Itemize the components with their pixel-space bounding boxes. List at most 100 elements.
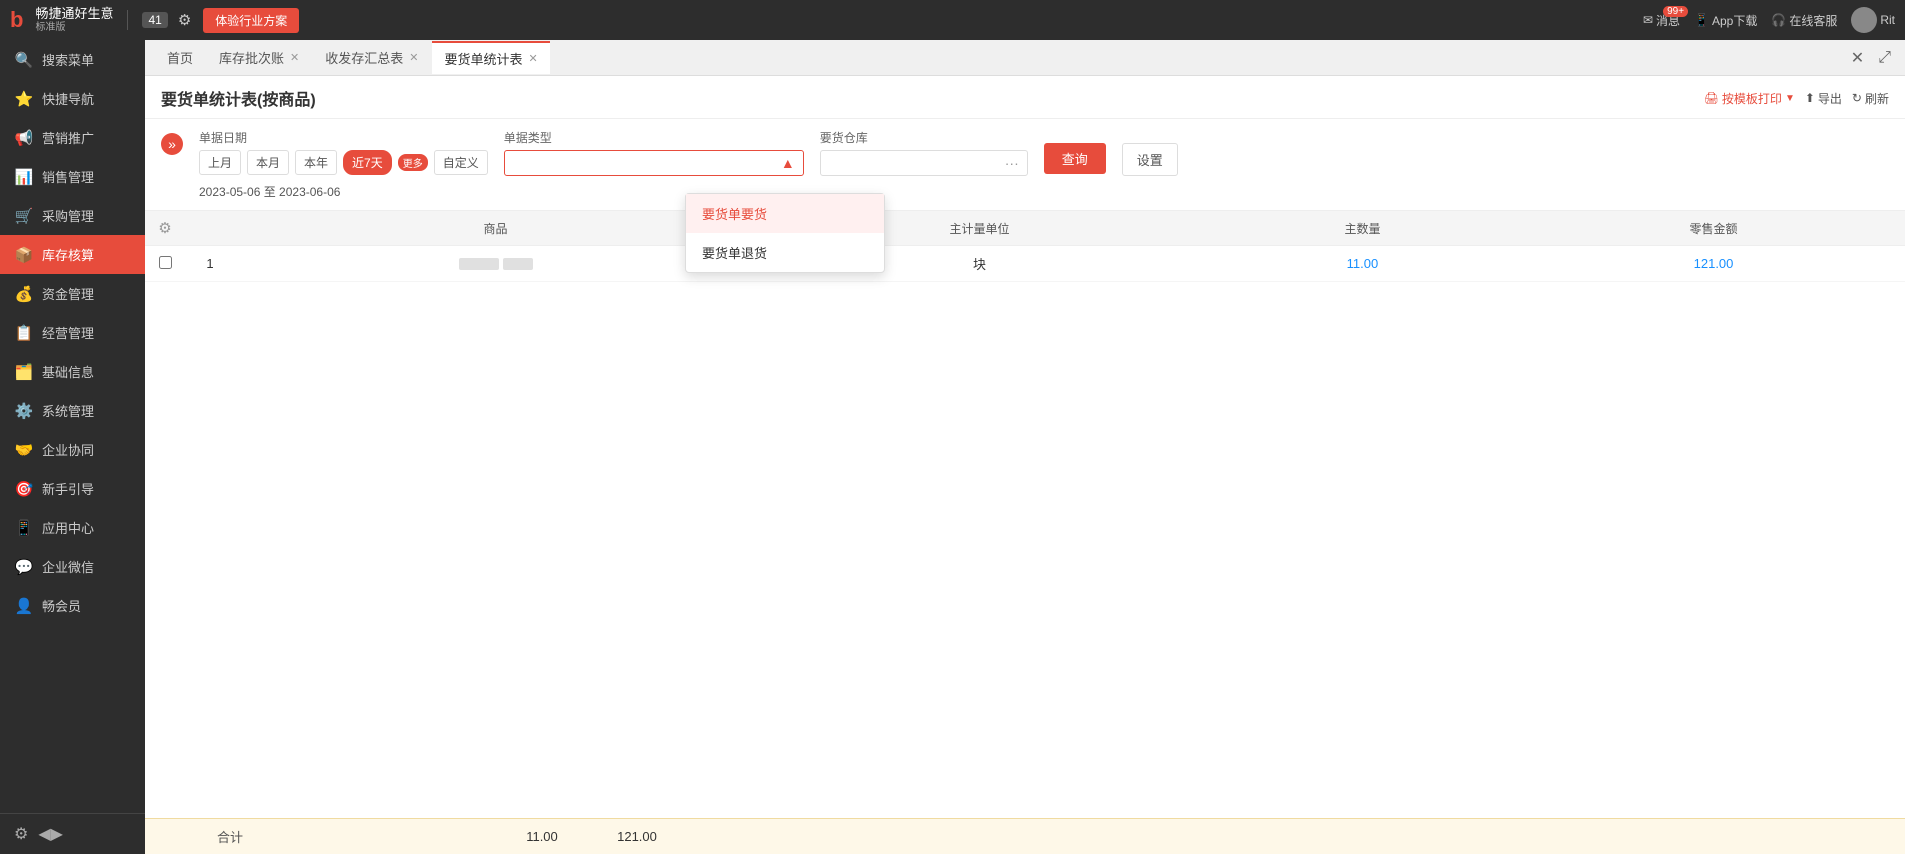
online-service-icon: 🎧	[1771, 13, 1786, 27]
tab-home[interactable]: 首页	[155, 42, 205, 73]
table-footer: 合计 11.00 121.00	[145, 818, 1905, 854]
cell-rownum: 1	[185, 246, 235, 282]
sidebar-item-purchase[interactable]: 🛒采购管理	[0, 196, 145, 235]
date-range-display: 2023-05-06 至 2023-06-06	[199, 183, 488, 200]
column-settings-icon[interactable]: ⚙	[158, 220, 171, 237]
tab-count[interactable]: 41	[142, 12, 167, 28]
sidebar-item-member[interactable]: 👤畅会员	[0, 586, 145, 625]
sidebar-item-app-center[interactable]: 📱应用中心	[0, 508, 145, 547]
export-button[interactable]: ⬆ 导出	[1805, 90, 1842, 107]
dropdown-item-order-goods[interactable]: 要货单要货	[686, 194, 884, 233]
data-table: ⚙ 商品 主计量单位 主数量 零售金额 1	[145, 211, 1905, 282]
sidebar-item-label: 畅会员	[42, 596, 81, 615]
date-this-month[interactable]: 本月	[247, 150, 289, 175]
query-button[interactable]: 查询	[1044, 143, 1106, 174]
settings-button[interactable]: 设置	[1122, 143, 1178, 176]
amount-link[interactable]: 121.00	[1694, 256, 1734, 271]
sidebar-item-search[interactable]: 🔍搜索菜单	[0, 40, 145, 79]
tab-order-stats[interactable]: 要货单统计表✕	[432, 41, 549, 74]
topbar-right: ✉ 消息 99+ 📱 App下载 🎧 在线客服 Rit	[1643, 7, 1895, 33]
sidebar-item-label: 采购管理	[42, 206, 94, 225]
topbar: b 畅捷通好生意 标准版 41 ⚙ 体验行业方案 ✉ 消息 99+ 📱 App下…	[0, 0, 1905, 40]
row-checkbox[interactable]	[159, 256, 172, 269]
sidebar-item-label: 销售管理	[42, 167, 94, 186]
online-service-item[interactable]: 🎧 在线客服	[1771, 12, 1837, 29]
cell-amount: 121.00	[1522, 246, 1905, 282]
template-print-button[interactable]: 🖨 按模板打印 ▼	[1704, 90, 1795, 107]
col-quantity-header: 主数量	[1203, 211, 1522, 246]
warehouse-more-icon[interactable]: ···	[1005, 155, 1019, 171]
collapse-icon[interactable]: ◀▶	[38, 824, 63, 844]
avatar-item[interactable]: Rit	[1851, 7, 1895, 33]
sidebar-item-sales[interactable]: 📊 销售管理	[0, 157, 145, 196]
tab-label: 首页	[167, 48, 193, 67]
page-content: 要货单统计表(按商品) 🖨 按模板打印 ▼ ⬆ 导出 ↻ 刷新	[145, 76, 1905, 854]
sidebar-item-wechat[interactable]: 💬 企业微信	[0, 547, 145, 586]
app-download-item[interactable]: 📱 App下载	[1694, 12, 1757, 29]
warehouse-filter-input[interactable]	[829, 156, 1005, 171]
cell-checkbox[interactable]	[145, 246, 185, 282]
warehouse-filter-label: 要货仓库	[820, 129, 1028, 146]
type-filter-input[interactable]	[513, 156, 781, 171]
tab-close-in-out-summary[interactable]: ✕	[409, 51, 418, 64]
tab-close-batch-account[interactable]: ✕	[290, 51, 299, 64]
footer-label: 合计	[157, 827, 497, 846]
tab-restore[interactable]: ⤢	[1874, 47, 1895, 69]
date-custom[interactable]: 自定义	[434, 150, 488, 175]
sidebar-item-operation[interactable]: 📋经营管理	[0, 313, 145, 352]
settings-icon[interactable]: ⚙	[14, 824, 28, 844]
sidebar-item-inventory[interactable]: 📦库存核算	[0, 235, 145, 274]
topbar-gear-icon[interactable]: ⚙	[174, 11, 195, 29]
guide-icon: 🎯	[14, 480, 34, 498]
app-download-icon: 📱	[1694, 13, 1709, 27]
app-download-label: App下载	[1712, 12, 1757, 29]
promo-button[interactable]: 体验行业方案	[203, 8, 299, 33]
sidebar-item-label: 企业微信	[42, 557, 94, 576]
tab-actions: ✕ ⤢	[1847, 46, 1895, 70]
refresh-button[interactable]: ↻ 刷新	[1852, 90, 1889, 107]
quantity-link[interactable]: 11.00	[1347, 256, 1379, 271]
sales-icon: 📊	[14, 168, 34, 186]
online-service-label: 在线客服	[1789, 12, 1837, 29]
sidebar-item-guide[interactable]: 🎯新手引导	[0, 469, 145, 508]
tab-close-order-stats[interactable]: ✕	[529, 52, 538, 65]
chevron-down-icon: ▼	[1785, 93, 1795, 104]
page-title: 要货单统计表(按商品)	[161, 86, 316, 110]
marketing-icon: 📢	[14, 129, 34, 147]
sidebar-bottom: ⚙ ◀▶	[0, 813, 145, 854]
table-row: 1 块 11.00 121.00	[145, 246, 1905, 282]
filter-expand-button[interactable]: »	[161, 133, 183, 155]
message-item[interactable]: ✉ 消息 99+	[1643, 12, 1680, 29]
page-header: 要货单统计表(按商品) 🖨 按模板打印 ▼ ⬆ 导出 ↻ 刷新	[145, 76, 1905, 119]
type-filter-arrow-icon[interactable]: ▲	[781, 155, 795, 171]
tab-in-out-summary[interactable]: 收发存汇总表✕	[313, 42, 430, 73]
dropdown-item-order-return[interactable]: 要货单退货	[686, 233, 884, 272]
wechat-icon: 💬	[14, 558, 34, 576]
app-center-icon: 📱	[14, 519, 34, 537]
content-area: 首页库存批次账✕收发存汇总表✕要货单统计表✕ ✕ ⤢ 要货单统计表(按商品) 🖨…	[145, 40, 1905, 854]
date-last-7-days[interactable]: 近7天	[343, 150, 392, 175]
export-icon: ⬆	[1805, 91, 1815, 105]
quick-nav-icon: ⭐	[14, 90, 34, 108]
tab-batch-account[interactable]: 库存批次账 ✕	[207, 42, 311, 73]
type-filter-label: 单据类型	[504, 129, 804, 146]
date-more-badge[interactable]: 更多	[398, 154, 428, 171]
sidebar-item-quick-nav[interactable]: ⭐快捷导航	[0, 79, 145, 118]
message-badge: 99+	[1663, 6, 1688, 17]
sidebar-item-base-info[interactable]: 🗂️基础信息	[0, 352, 145, 391]
sidebar-item-label: 搜索菜单	[42, 50, 94, 69]
sidebar-item-label: 企业协同	[42, 440, 94, 459]
template-print-icon: 🖨	[1704, 91, 1719, 105]
sidebar-item-system[interactable]: ⚙️系统管理	[0, 391, 145, 430]
tab-label: 库存批次账	[219, 48, 284, 67]
date-last-month[interactable]: 上月	[199, 150, 241, 175]
col-settings-header[interactable]: ⚙	[145, 211, 185, 246]
system-icon: ⚙️	[14, 402, 34, 420]
sidebar-item-finance[interactable]: 💰资金管理	[0, 274, 145, 313]
date-this-year[interactable]: 本年	[295, 150, 337, 175]
sidebar-item-marketing[interactable]: 📢营销推广	[0, 118, 145, 157]
type-filter-select[interactable]: ▲	[504, 150, 804, 176]
sidebar-item-cooperation[interactable]: 🤝企业协同	[0, 430, 145, 469]
tab-close-all[interactable]: ✕	[1847, 46, 1868, 70]
finance-icon: 💰	[14, 285, 34, 303]
